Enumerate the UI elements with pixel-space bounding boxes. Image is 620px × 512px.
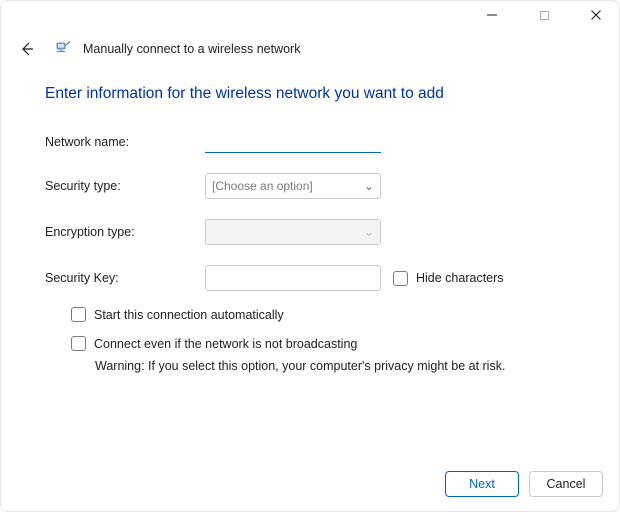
- auto-connect-checkbox[interactable]: [71, 307, 86, 322]
- maximize-icon: [539, 10, 550, 21]
- security-type-select[interactable]: [Choose an option] ⌄: [205, 173, 381, 199]
- titlebar: [1, 1, 619, 29]
- maximize-button[interactable]: [527, 3, 561, 27]
- header: Manually connect to a wireless network: [1, 29, 619, 67]
- row-encryption-type: Encryption type: ⌄: [45, 219, 593, 245]
- next-button[interactable]: Next: [445, 471, 519, 497]
- back-arrow-icon: [19, 41, 35, 57]
- security-key-label: Security Key:: [45, 271, 205, 285]
- wizard-window: Manually connect to a wireless network E…: [0, 0, 620, 512]
- row-connect-hidden: Connect even if the network is not broad…: [71, 336, 593, 351]
- minimize-icon: [486, 9, 498, 21]
- security-key-input[interactable]: [205, 265, 381, 291]
- chevron-down-icon: ⌄: [364, 179, 374, 193]
- row-security-key: Security Key: Hide characters: [45, 265, 593, 291]
- security-type-label: Security type:: [45, 179, 205, 193]
- back-button[interactable]: [15, 37, 39, 61]
- page-heading: Enter information for the wireless netwo…: [45, 85, 593, 103]
- connect-hidden-label: Connect even if the network is not broad…: [94, 337, 357, 351]
- row-network-name: Network name:: [45, 131, 593, 153]
- footer: Next Cancel: [1, 461, 619, 511]
- wireless-network-icon: [53, 39, 73, 59]
- cancel-button[interactable]: Cancel: [529, 471, 603, 497]
- encryption-type-select: ⌄: [205, 219, 381, 245]
- close-button[interactable]: [579, 3, 613, 27]
- wizard-title: Manually connect to a wireless network: [83, 42, 300, 56]
- network-name-label: Network name:: [45, 135, 205, 149]
- hide-characters-checkbox[interactable]: [393, 271, 408, 286]
- content-area: Enter information for the wireless netwo…: [1, 67, 619, 461]
- minimize-button[interactable]: [475, 3, 509, 27]
- warning-text: Warning: If you select this option, your…: [95, 359, 593, 373]
- auto-connect-label: Start this connection automatically: [94, 308, 284, 322]
- encryption-type-label: Encryption type:: [45, 225, 205, 239]
- close-icon: [590, 9, 602, 21]
- chevron-down-icon: ⌄: [364, 225, 374, 239]
- row-auto-connect: Start this connection automatically: [71, 307, 593, 322]
- hide-characters-label: Hide characters: [416, 271, 504, 285]
- security-type-value: [Choose an option]: [212, 179, 313, 193]
- row-security-type: Security type: [Choose an option] ⌄: [45, 173, 593, 199]
- connect-hidden-checkbox[interactable]: [71, 336, 86, 351]
- network-name-input[interactable]: [205, 131, 381, 153]
